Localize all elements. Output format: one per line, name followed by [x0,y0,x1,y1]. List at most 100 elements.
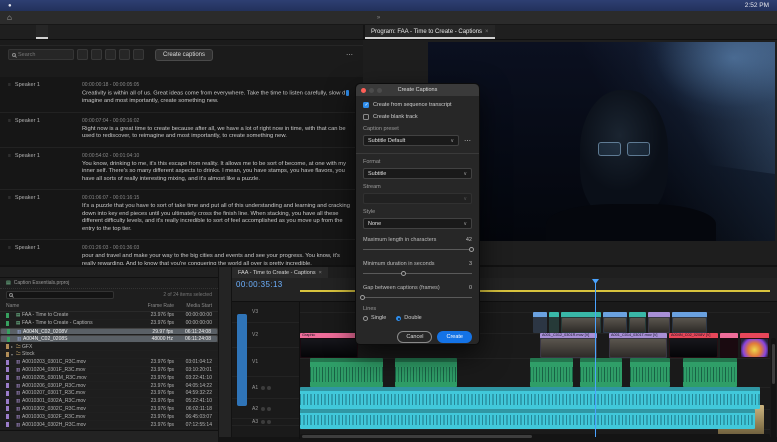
panel-tab[interactable] [0,25,12,39]
tab-sequence[interactable]: FAA - Time to Create - Captions × [232,267,328,278]
drag-handle-icon[interactable]: ≡ [8,118,11,124]
table-row[interactable]: ▥ A0010302_0302C_R3C.mov 23.976 fps 06:0… [0,406,218,414]
solo-button[interactable] [267,420,272,424]
slider-handle[interactable] [360,294,365,300]
create-captions-button[interactable]: Create captions [155,48,214,61]
mute-button[interactable] [261,420,266,424]
transcript-row[interactable]: ≡ Speaker 1 00:00:54:02 - 00:01:04:10 Yo… [0,148,363,191]
table-row[interactable]: ▸ 🗀 GFX [0,343,218,351]
timeline-clip[interactable]: A001_C012_0301R.mov [V] [540,333,597,358]
timeline-clip[interactable] [300,409,755,429]
transcript-row[interactable]: ≡ Speaker 1 00:00:07:04 - 00:00:16:02 Ri… [0,113,363,148]
checkbox-unchecked-icon[interactable] [363,114,369,120]
radio-double[interactable]: Double [396,315,422,321]
table-row[interactable]: ▥ A0010303_0302F_R3C.mov 23.976 fps 06:4… [0,413,218,422]
min-duration-slider[interactable] [363,270,472,277]
panel-tab[interactable] [48,25,60,39]
table-row[interactable]: ▥ A0010206_0301P_R3C.mov 23.976 fps 04:0… [0,382,218,390]
slider-handle[interactable] [469,246,474,252]
max-length-slider[interactable] [363,246,474,253]
solo-button[interactable] [267,406,272,411]
home-icon[interactable]: ⌂ [7,13,12,22]
timeline-clip[interactable] [580,358,622,387]
solo-button[interactable] [267,385,272,390]
horizontal-scrollbar[interactable] [300,434,770,438]
dialog-titlebar[interactable]: Create Captions [356,84,479,96]
panel-tab[interactable] [12,25,24,39]
create-button[interactable]: Create [437,331,472,343]
panel-tab[interactable] [24,25,36,39]
panel-menu-icon[interactable]: ⋯ [346,51,355,59]
timeline-clip[interactable] [395,358,457,387]
mute-button[interactable] [261,406,266,411]
checkbox-checked-icon[interactable] [363,102,369,108]
timeline-clip[interactable] [630,358,670,387]
timeline-clip[interactable]: A004N_C02_0208V [V] [669,333,718,358]
table-row[interactable]: ▾ 🗀 Stock [0,351,218,359]
timeline-clip[interactable] [720,333,738,358]
option-create-blank-track[interactable]: Create blank track [363,114,472,120]
cancel-button[interactable]: Cancel [397,331,433,343]
table-row[interactable]: ▤ FAA - Time to Create 23.976 fps 00:00:… [0,312,218,320]
timeline-clip[interactable]: A001_C014_0301T.mov [V] [609,333,667,358]
table-row[interactable]: ▥ A0010204_0301F_R3C.mov 23.976 fps 03:1… [0,367,218,375]
drag-handle-icon[interactable]: ≡ [8,153,11,159]
column-frame-rate[interactable]: Frame Rate [140,303,174,309]
table-row[interactable]: ▥ A004N_C02_0208V 29.97 fps 06:11:24:08 [0,327,218,336]
timeline-clip[interactable] [549,312,559,333]
panel-tab[interactable] [36,25,48,39]
timeline-clip[interactable] [740,333,769,358]
timeline-clip[interactable] [672,312,707,333]
column-media-start[interactable]: Media Start [174,303,212,309]
timeline-timecode[interactable]: 00:00:35:13 [236,280,283,289]
timeline-clip[interactable] [648,312,670,333]
gap-slider[interactable] [360,294,472,301]
timeline-clip[interactable] [300,387,760,409]
preset-menu-button[interactable]: ⋯ [463,137,472,145]
apple-menu-icon[interactable]: ● [8,3,12,9]
mute-button[interactable] [261,385,266,390]
table-row[interactable]: ▥ A004N_C02_0208S 48000 Hz 06:11:24:08 [0,335,218,344]
toolbar-icon-button[interactable] [105,49,116,60]
toolbar-icon-button[interactable] [119,49,130,60]
close-icon[interactable]: × [319,270,322,276]
filter-input-wrap[interactable] [6,291,114,299]
timeline-clip[interactable] [629,312,646,333]
timeline-clip[interactable] [530,358,573,387]
slider-handle[interactable] [401,270,407,276]
radio-on-icon[interactable] [396,315,402,321]
timeline-clip[interactable] [683,358,737,387]
table-row[interactable]: ▥ A0010205_0301M_R3C.mov 23.976 fps 03:2… [0,374,218,383]
table-row[interactable]: ▥ A0010207_0301T_R3C.mov 23.976 fps 04:5… [0,390,218,398]
column-name[interactable]: Name [6,303,140,309]
transcript-row[interactable]: ≡ Speaker 1 00:01:26:03 - 00:01:36:03 po… [0,240,363,265]
drag-handle-icon[interactable]: ≡ [8,82,11,88]
caption-preset-select[interactable]: Subtitle Default ∨ [363,135,459,146]
drag-handle-icon[interactable]: ≡ [8,245,11,251]
table-row[interactable]: ▤ FAA - Time to Create - Captions 23.976… [0,320,218,328]
toolbar-icon-button[interactable] [77,49,88,60]
toolbar-icon-button[interactable] [91,49,102,60]
timeline-clip[interactable] [310,358,383,387]
option-create-from-transcript[interactable]: Create from sequence transcript [363,102,472,108]
timeline-clip[interactable]: Graphic [300,333,358,358]
workspace-overflow-icon[interactable]: » [377,15,380,21]
close-icon[interactable]: × [485,29,489,35]
vertical-scrollbar[interactable] [771,338,776,439]
search-input[interactable] [18,51,68,58]
tab-program-monitor[interactable]: Program: FAA - Time to Create - Captions… [365,25,495,39]
timeline-clip[interactable] [533,312,547,333]
drag-handle-icon[interactable]: ≡ [8,195,11,201]
toolbar-icon-button[interactable] [133,49,144,60]
format-select[interactable]: Subtitle ∨ [363,168,472,179]
track-header[interactable]: A3 [232,419,299,426]
transcript-row[interactable]: ≡ Speaker 1 00:00:00:18 - 00:00:05:05 Cr… [0,77,363,113]
table-row[interactable]: ▥ A0010203_0301C_R3C.mov 23.976 fps 03:0… [0,359,218,367]
style-select[interactable]: None ∨ [363,218,472,229]
radio-off-icon[interactable] [363,315,368,321]
radio-single[interactable]: Single [363,315,386,321]
filter-input[interactable] [15,292,105,298]
search-input-wrap[interactable] [8,49,74,60]
table-row[interactable]: ▥ A0010304_0302H_R3C.mov 23.976 fps 07:1… [0,421,218,429]
project-path-row[interactable]: ▤ Caption Essentials.prproj [0,278,218,289]
